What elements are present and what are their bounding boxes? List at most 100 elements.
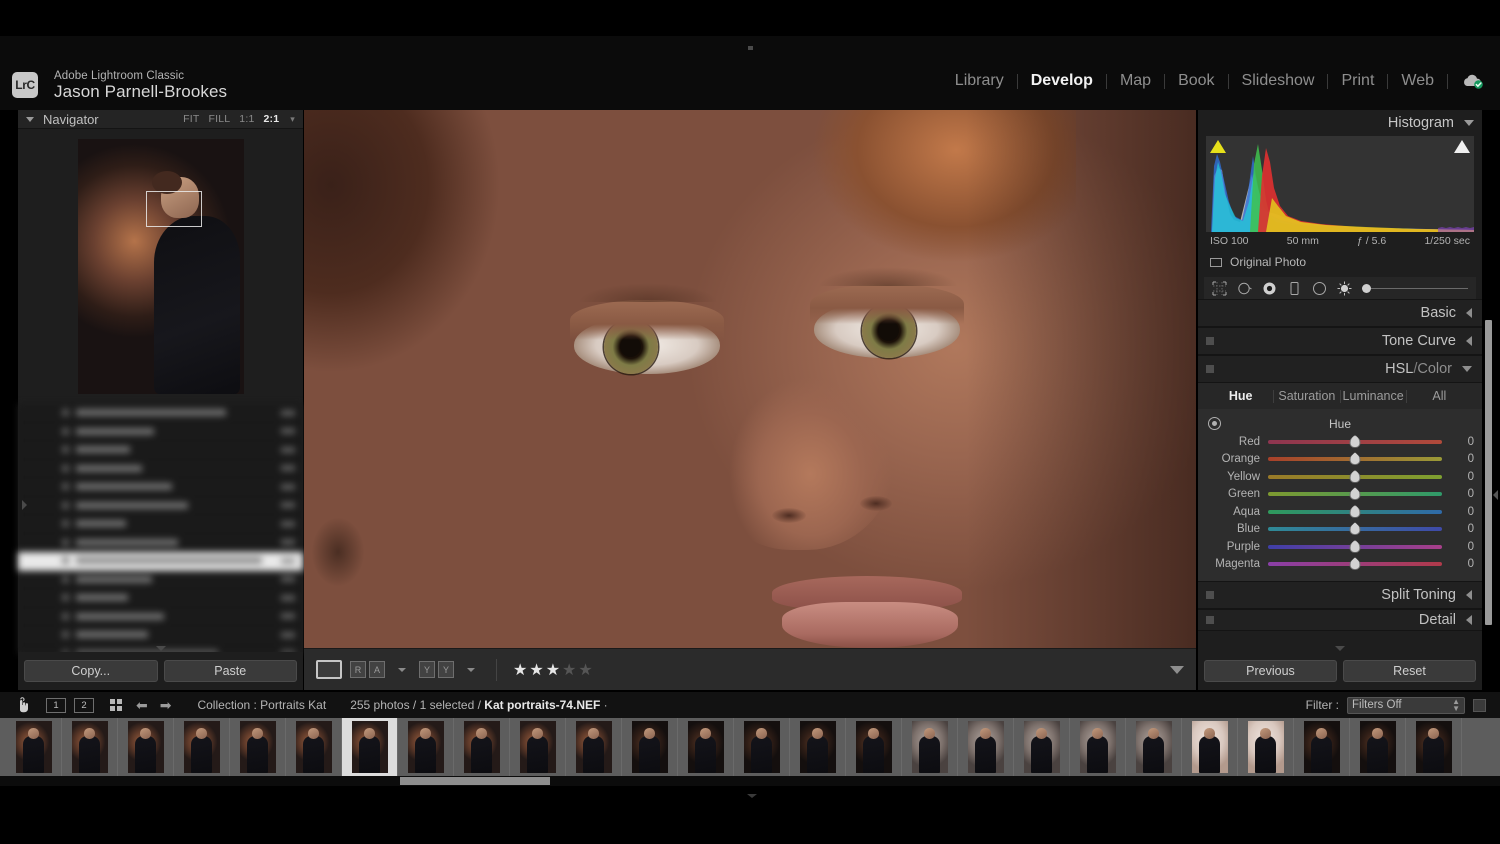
slider-green-knob[interactable] — [1349, 487, 1361, 501]
panel-handle-icon[interactable] — [155, 646, 166, 651]
tab-luminance[interactable]: Luminance — [1341, 389, 1406, 403]
stepper-icon[interactable]: ▾ — [290, 114, 295, 125]
slider-purple[interactable]: Purple 0 — [1198, 538, 1482, 556]
slider-green-value[interactable]: 0 — [1442, 488, 1474, 500]
list-item[interactable] — [18, 460, 303, 478]
slider-blue[interactable]: Blue 0 — [1198, 521, 1482, 539]
previous-button[interactable]: Previous — [1204, 660, 1337, 682]
filmstrip-thumb[interactable] — [734, 718, 790, 776]
list-item-selected[interactable] — [18, 552, 303, 571]
zoom-1-1[interactable]: 1:1 — [239, 113, 254, 125]
triangle-down-icon[interactable] — [26, 116, 34, 122]
slider-red[interactable]: Red 0 — [1198, 433, 1482, 451]
caret-down-icon[interactable] — [398, 667, 406, 672]
slider-purple-value[interactable]: 0 — [1442, 541, 1474, 553]
filmstrip-thumb[interactable] — [1406, 718, 1462, 776]
slider-yellow-track[interactable] — [1268, 469, 1442, 483]
list-item[interactable] — [18, 478, 303, 497]
filmstrip-thumb-selected[interactable] — [342, 718, 398, 776]
slider-magenta-value[interactable]: 0 — [1442, 558, 1474, 570]
zoom-2-1[interactable]: 2:1 — [264, 113, 280, 125]
filmstrip-thumb[interactable] — [398, 718, 454, 776]
slider-red-knob[interactable] — [1349, 434, 1361, 448]
module-print[interactable]: Print — [1328, 72, 1387, 90]
slider-magenta-knob[interactable] — [1349, 557, 1361, 571]
filter-select[interactable]: Filters Off ▲ ▼ — [1347, 696, 1465, 714]
panel-switch-icon[interactable] — [1206, 365, 1214, 373]
module-book[interactable]: Book — [1165, 72, 1227, 90]
filmstrip[interactable] — [0, 718, 1500, 776]
panel-basic[interactable]: Basic — [1198, 299, 1482, 327]
list-item[interactable] — [18, 404, 303, 423]
loupe-view-icon[interactable] — [316, 660, 342, 679]
original-photo-row[interactable]: Original Photo — [1198, 247, 1482, 275]
panel-switch-icon[interactable] — [1206, 616, 1214, 624]
module-map[interactable]: Map — [1107, 72, 1164, 90]
amount-slider[interactable] — [1362, 283, 1468, 293]
star-5[interactable]: ★ — [578, 660, 592, 680]
cloud-sync-icon[interactable] — [1462, 72, 1484, 90]
tab-hue[interactable]: Hue — [1208, 389, 1273, 403]
slider-aqua-track[interactable] — [1268, 504, 1442, 518]
filmstrip-thumb[interactable] — [790, 718, 846, 776]
caret-down-icon[interactable] — [467, 667, 475, 672]
presets-collections-list[interactable] — [18, 404, 303, 654]
right-panel-scrollbar[interactable] — [1485, 320, 1492, 625]
module-develop[interactable]: Develop — [1018, 72, 1106, 90]
filmstrip-thumb[interactable] — [174, 718, 230, 776]
slider-aqua[interactable]: Aqua 0 — [1198, 503, 1482, 521]
slider-orange-knob[interactable] — [1349, 452, 1361, 466]
star-2[interactable]: ★ — [529, 660, 543, 680]
module-library[interactable]: Library — [942, 72, 1017, 90]
slider-green-track[interactable] — [1268, 487, 1442, 501]
tab-saturation[interactable]: Saturation — [1274, 389, 1339, 403]
filmstrip-thumb[interactable] — [1182, 718, 1238, 776]
hand-pointer-icon[interactable] — [14, 696, 32, 714]
shadow-clipping-indicator[interactable] — [1210, 140, 1226, 153]
filmstrip-thumb[interactable] — [902, 718, 958, 776]
target-adjustment-icon[interactable] — [1208, 417, 1221, 430]
slider-magenta-track[interactable] — [1268, 557, 1442, 571]
highlight-clipping-indicator[interactable] — [1454, 140, 1470, 153]
list-item[interactable] — [18, 589, 303, 608]
red-eye-correction-icon[interactable] — [1262, 281, 1277, 296]
before-after-icon[interactable]: RA — [350, 661, 385, 678]
chevron-left-icon[interactable] — [1466, 590, 1472, 600]
filmstrip-thumb[interactable] — [1070, 718, 1126, 776]
spot-removal-icon[interactable] — [1237, 281, 1252, 296]
navigator-preview[interactable] — [18, 129, 303, 404]
panel-hsl-color[interactable]: HSL / Color — [1198, 355, 1482, 383]
filmstrip-thumb[interactable] — [1014, 718, 1070, 776]
filmstrip-thumb[interactable] — [958, 718, 1014, 776]
develop-image-view[interactable]: RA YY ★ ★ ★ ★ ★ — [304, 110, 1196, 690]
chevron-left-icon[interactable] — [1466, 615, 1472, 625]
slider-knob[interactable] — [1362, 283, 1371, 293]
list-item[interactable] — [18, 534, 303, 552]
filmstrip-thumb[interactable] — [1350, 718, 1406, 776]
adjustment-brush-icon[interactable] — [1337, 281, 1352, 296]
slider-blue-value[interactable]: 0 — [1442, 523, 1474, 535]
filmstrip-thumb[interactable] — [1126, 718, 1182, 776]
arrow-right-icon[interactable]: ➡ — [160, 697, 172, 714]
copy-button[interactable]: Copy... — [24, 660, 158, 682]
slider-orange-track[interactable] — [1268, 452, 1442, 466]
star-3[interactable]: ★ — [546, 660, 560, 680]
grid-view-icon[interactable] — [110, 699, 122, 711]
module-slideshow[interactable]: Slideshow — [1229, 72, 1328, 90]
reset-button[interactable]: Reset — [1343, 660, 1476, 682]
filmstrip-thumb[interactable] — [454, 718, 510, 776]
filmstrip-thumb[interactable] — [622, 718, 678, 776]
histogram-header[interactable]: Histogram — [1198, 110, 1482, 136]
top-panel-handle[interactable] — [748, 46, 753, 50]
list-item[interactable] — [18, 515, 303, 534]
slider-green[interactable]: Green 0 — [1198, 486, 1482, 504]
loupe-photo[interactable] — [304, 110, 1196, 648]
panel-handle-icon[interactable] — [1335, 646, 1345, 651]
slider-red-track[interactable] — [1268, 434, 1442, 448]
filmstrip-thumb[interactable] — [286, 718, 342, 776]
zoom-fill[interactable]: FILL — [208, 113, 230, 125]
chevron-left-icon[interactable] — [1466, 336, 1472, 346]
slider-orange-value[interactable]: 0 — [1442, 453, 1474, 465]
paste-button[interactable]: Paste — [163, 660, 297, 682]
panel-switch-icon[interactable] — [1206, 591, 1214, 599]
